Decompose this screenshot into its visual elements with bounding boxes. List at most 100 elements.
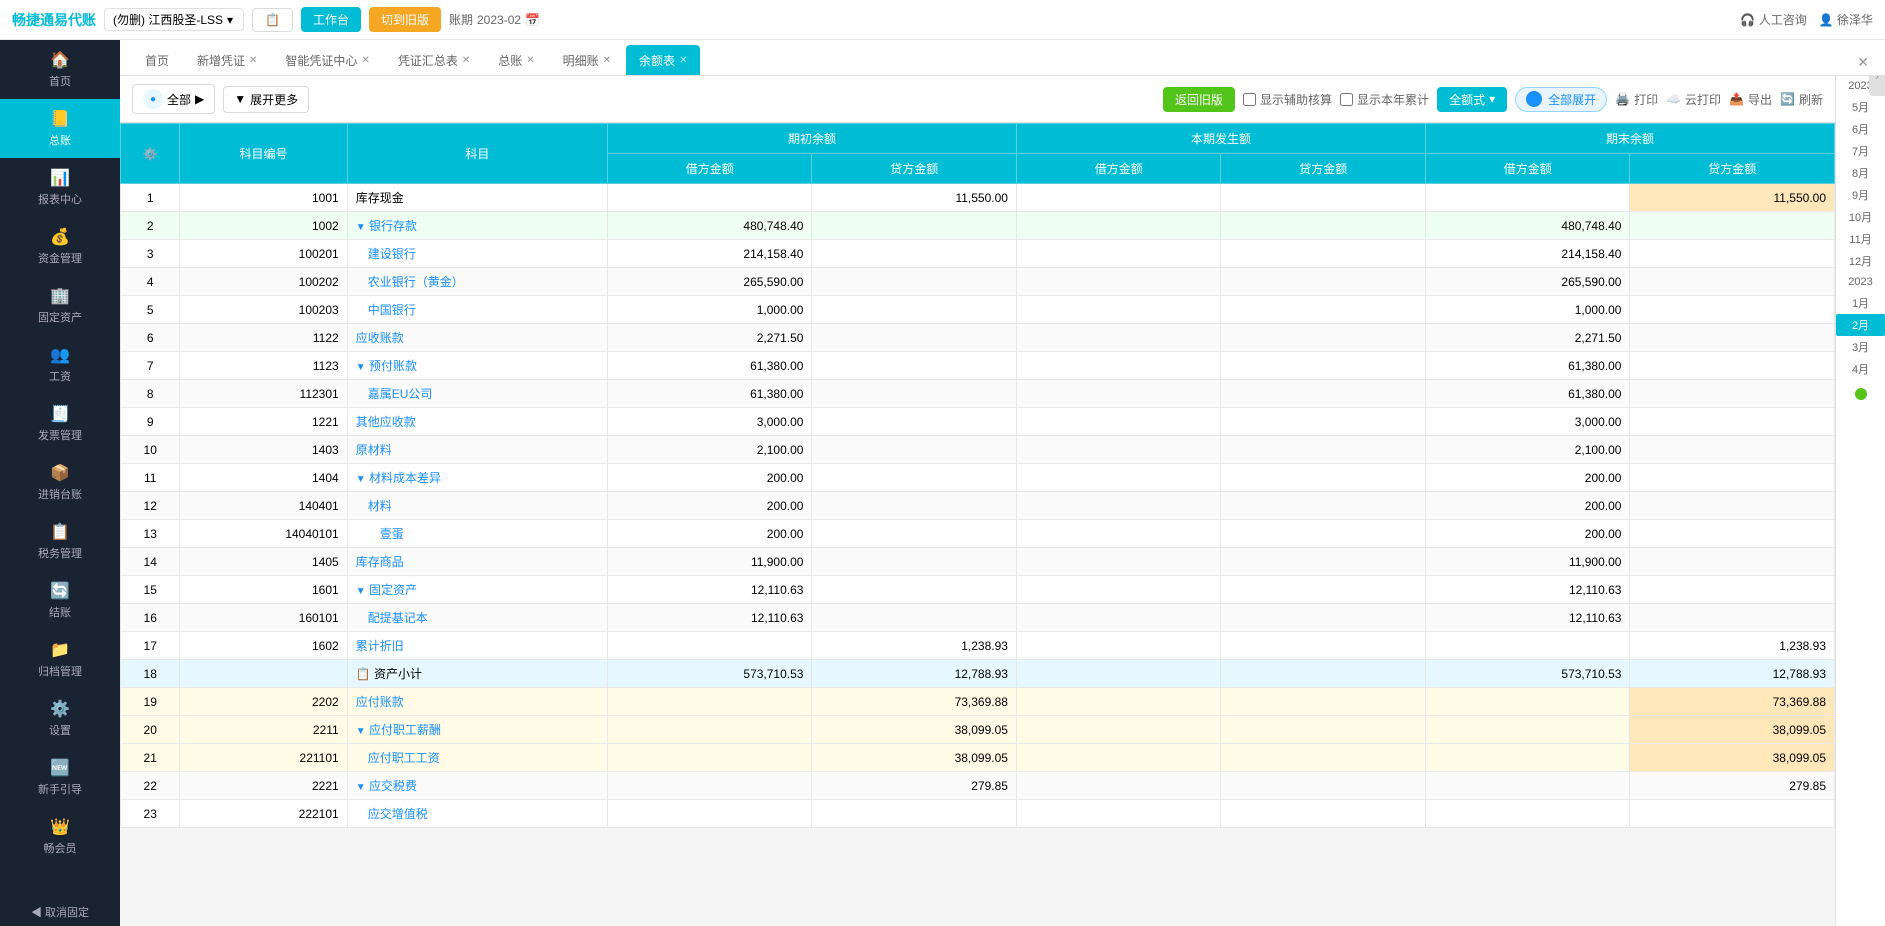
right-panel-month-9月[interactable]: 9月 — [1836, 184, 1885, 206]
auxiliary-checkbox-input[interactable] — [1243, 93, 1256, 106]
filter-all-button[interactable]: ● 全部 ▶ — [132, 84, 215, 114]
sidebar-item-settlement[interactable]: 🔄结账 — [0, 571, 120, 630]
print-action[interactable]: 🖨️ 打印 — [1615, 91, 1658, 108]
tab-凭证汇总表[interactable]: 凭证汇总表✕ — [385, 45, 483, 75]
name-link[interactable]: 应交税费 — [369, 779, 417, 793]
name-link[interactable]: 中国银行 — [368, 303, 416, 317]
name-link[interactable]: 应付账款 — [356, 695, 404, 709]
cell-name[interactable]: 应交增值税 — [347, 800, 607, 828]
tab-余额表[interactable]: 余额表✕ — [626, 45, 700, 75]
right-panel-month-7月[interactable]: 7月 — [1836, 140, 1885, 162]
sidebar-item-capital[interactable]: 💰资金管理 — [0, 217, 120, 276]
name-link[interactable]: 预付账款 — [369, 359, 417, 373]
tab-close-2[interactable]: ✕ — [361, 55, 369, 66]
company-selector[interactable]: (勿删) 江西股圣-LSS ▾ — [104, 8, 244, 31]
right-panel-month-12月[interactable]: 12月 — [1836, 250, 1885, 272]
cell-name[interactable]: 建设银行 — [347, 240, 607, 268]
show-auxiliary-checkbox[interactable]: 显示辅助核算 — [1243, 91, 1332, 108]
collapse-panel-button[interactable]: › — [1869, 76, 1885, 96]
cell-name[interactable]: 配提基记本 — [347, 604, 607, 632]
name-link[interactable]: 银行存款 — [369, 219, 417, 233]
name-link[interactable]: 嘉属EU公司 — [368, 387, 433, 401]
cell-name[interactable]: ▼ 固定资产 — [347, 576, 607, 604]
cell-name[interactable]: 原材料 — [347, 436, 607, 464]
cell-name[interactable]: 累计折旧 — [347, 632, 607, 660]
sidebar-item-settings[interactable]: ⚙️设置 — [0, 689, 120, 748]
tab-明细账[interactable]: 明细账✕ — [550, 45, 624, 75]
name-link[interactable]: 库存商品 — [356, 555, 404, 569]
name-link[interactable]: 固定资产 — [369, 583, 417, 597]
tab-首页[interactable]: 首页 — [132, 45, 182, 75]
right-panel-month-8月[interactable]: 8月 — [1836, 162, 1885, 184]
sidebar-item-purchase[interactable]: 📦进销台账 — [0, 453, 120, 512]
cell-name[interactable]: 农业银行（黄金） — [347, 268, 607, 296]
right-panel-month-5月[interactable]: 5月 — [1836, 96, 1885, 118]
sidebar-item-tax[interactable]: 📋税务管理 — [0, 512, 120, 571]
tab-总账[interactable]: 总账✕ — [485, 45, 547, 75]
right-panel-month-11月[interactable]: 11月 — [1836, 228, 1885, 250]
name-link[interactable]: 农业银行（黄金） — [368, 275, 464, 289]
cell-name[interactable]: 壹蛋 — [347, 520, 607, 548]
sidebar-item-salary[interactable]: 👥工资 — [0, 335, 120, 394]
name-link[interactable]: 壹蛋 — [380, 527, 404, 541]
name-link[interactable]: 应收账款 — [356, 331, 404, 345]
tab-close-1[interactable]: ✕ — [249, 55, 257, 66]
tab-close-4[interactable]: ✕ — [526, 55, 534, 66]
name-link[interactable]: 其他应收款 — [356, 415, 416, 429]
cell-name[interactable]: ▼ 银行存款 — [347, 212, 607, 240]
th-settings[interactable]: ⚙️ — [121, 124, 180, 184]
name-link[interactable]: 建设银行 — [368, 247, 416, 261]
name-link[interactable]: 应交增值税 — [368, 807, 428, 821]
cell-name[interactable]: 其他应收款 — [347, 408, 607, 436]
cell-name[interactable]: ▼ 材料成本差异 — [347, 464, 607, 492]
sidebar-item-reports[interactable]: 📊报表中心 — [0, 158, 120, 217]
cell-name[interactable]: 库存商品 — [347, 548, 607, 576]
expand-more-button[interactable]: ▼ 展开更多 — [223, 86, 309, 113]
cell-name[interactable]: 材料 — [347, 492, 607, 520]
tab-close-3[interactable]: ✕ — [462, 55, 470, 66]
name-link[interactable]: 配提基记本 — [368, 611, 428, 625]
user-avatar[interactable]: 👤 徐泽华 — [1819, 11, 1873, 28]
ytd-checkbox-input[interactable] — [1340, 93, 1353, 106]
cell-name[interactable]: 嘉属EU公司 — [347, 380, 607, 408]
close-all-tabs-button[interactable]: ✕ — [1853, 50, 1873, 75]
switch-version-button[interactable]: 切到旧版 — [369, 7, 441, 32]
tab-新增凭证[interactable]: 新增凭证✕ — [184, 45, 270, 75]
cloud-print-action[interactable]: ☁️ 云打印 — [1666, 91, 1721, 108]
right-panel-month-2月[interactable]: 2月 — [1836, 314, 1885, 336]
tab-智能凭证中心[interactable]: 智能凭证中心✕ — [272, 45, 382, 75]
format-button[interactable]: 全额式 ▾ — [1437, 87, 1507, 112]
sidebar-item-invoice[interactable]: 🧾发票管理 — [0, 394, 120, 453]
return-old-button[interactable]: 返回旧版 — [1163, 87, 1235, 112]
cell-name[interactable]: ▼ 应交税费 — [347, 772, 607, 800]
right-panel-month-4月[interactable]: 4月 — [1836, 358, 1885, 380]
sidebar-item-archive[interactable]: 📁归档管理 — [0, 630, 120, 689]
name-link[interactable]: 累计折旧 — [356, 639, 404, 653]
cell-name[interactable]: ▼ 预付账款 — [347, 352, 607, 380]
export-action[interactable]: 📤 导出 — [1729, 91, 1772, 108]
cell-name[interactable]: 中国银行 — [347, 296, 607, 324]
tab-close-6[interactable]: ✕ — [679, 55, 687, 66]
sidebar-item-guide[interactable]: 🆕新手引导 — [0, 748, 120, 807]
right-panel-month-6月[interactable]: 6月 — [1836, 118, 1885, 140]
sidebar-item-home[interactable]: 🏠首页 — [0, 40, 120, 99]
sidebar-item-ledger[interactable]: 📒总账 — [0, 99, 120, 158]
cancel-fixed-button[interactable]: ◀ 取消固定 — [0, 898, 120, 926]
show-ytd-checkbox[interactable]: 显示本年累计 — [1340, 91, 1429, 108]
refresh-action[interactable]: 🔄 刷新 — [1780, 91, 1823, 108]
expand-all-toggle[interactable]: 全部展开 — [1515, 87, 1607, 112]
sidebar-item-member[interactable]: 👑畅会员 — [0, 807, 120, 866]
right-panel-month-10月[interactable]: 10月 — [1836, 206, 1885, 228]
name-link[interactable]: 应付职工工资 — [368, 751, 440, 765]
name-link[interactable]: 材料成本差异 — [369, 471, 441, 485]
copy-button[interactable]: 📋 — [252, 8, 293, 32]
name-link[interactable]: 应付职工薪酬 — [369, 723, 441, 737]
sidebar-item-assets[interactable]: 🏢固定资产 — [0, 276, 120, 335]
name-link[interactable]: 原材料 — [356, 443, 392, 457]
ai-consult[interactable]: 🎧 人工咨询 — [1740, 11, 1806, 28]
tab-close-5[interactable]: ✕ — [603, 55, 611, 66]
workbench-button[interactable]: 工作台 — [301, 7, 361, 32]
cell-name[interactable]: ▼ 应付职工薪酬 — [347, 716, 607, 744]
calendar-icon[interactable]: 📅 — [525, 13, 540, 27]
right-panel-month-3月[interactable]: 3月 — [1836, 336, 1885, 358]
